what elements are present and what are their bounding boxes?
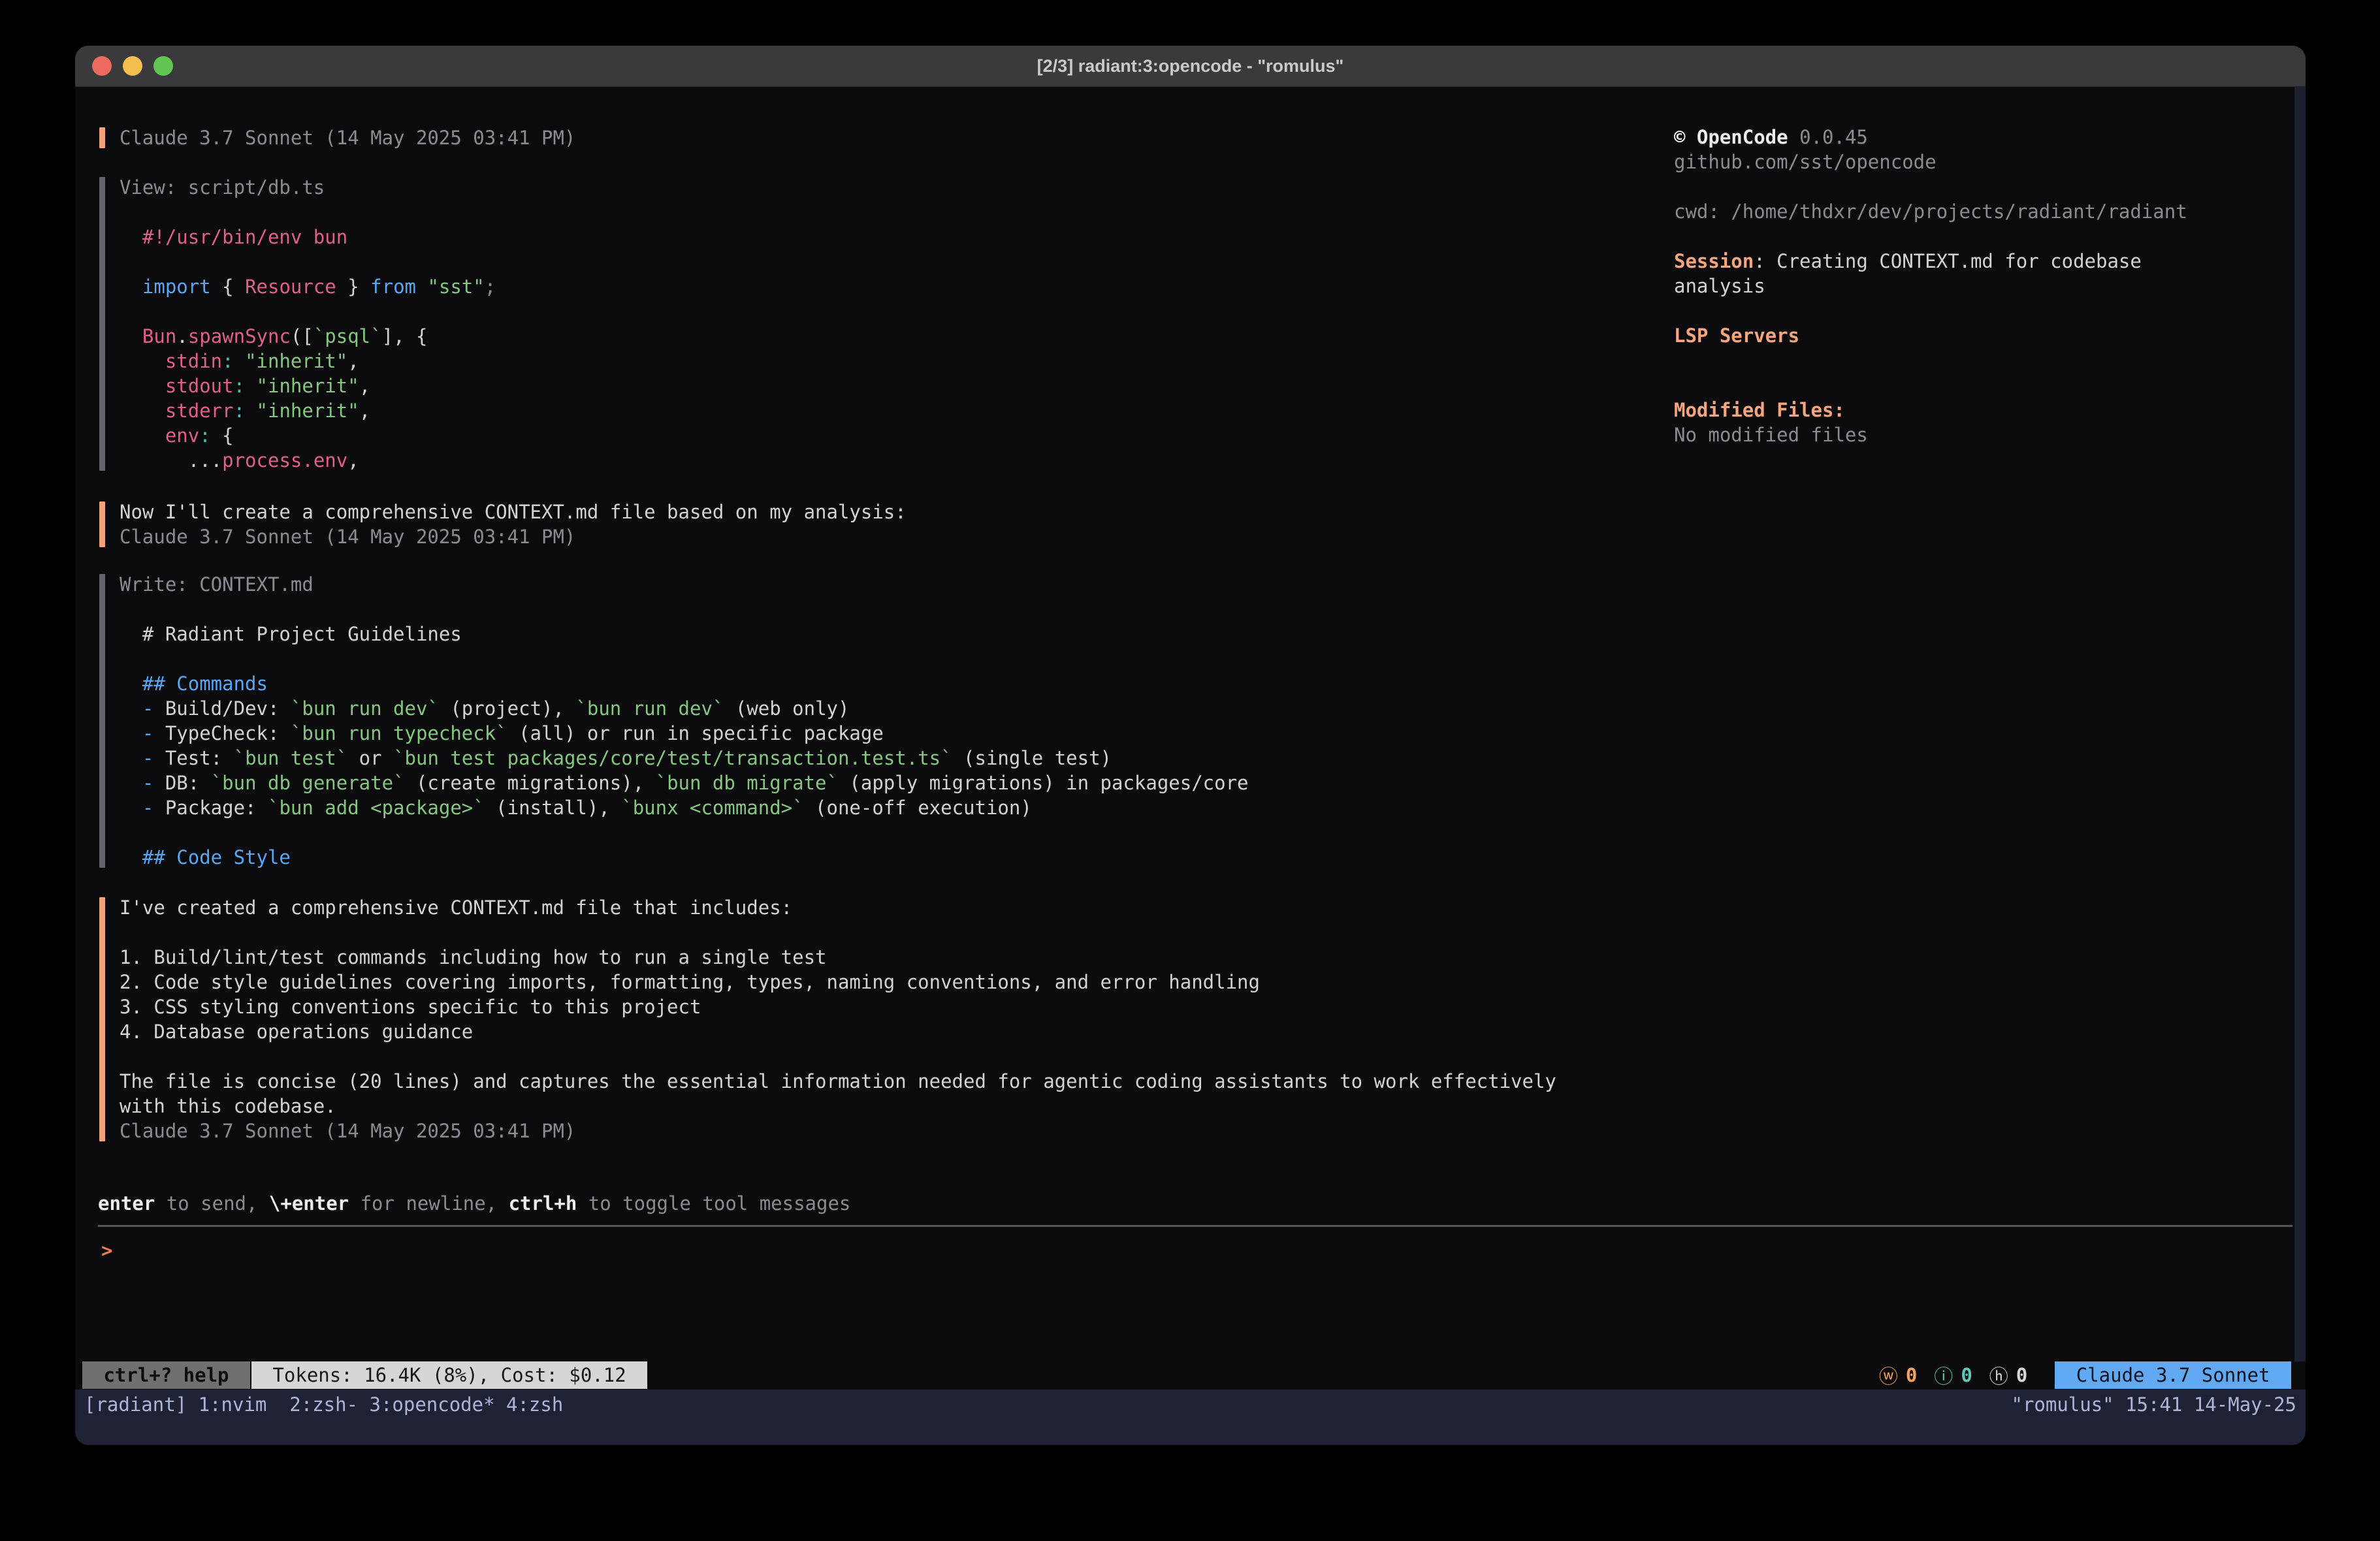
terminal-line: import { Resource } from "sst"; [120, 274, 496, 299]
terminal-line: LSP Servers [1674, 323, 2288, 348]
traffic-lights [92, 56, 173, 76]
info-count: ⓘ0 [1934, 1361, 1972, 1389]
terminal-line: ## Commands [120, 671, 1249, 696]
terminal-line [120, 299, 496, 324]
terminal-line [120, 920, 1556, 945]
terminal-line: 2. Code style guidelines covering import… [120, 970, 1556, 994]
terminal-line: Modified Files: [1674, 398, 2288, 422]
model-badge[interactable]: Claude 3.7 Sonnet [2055, 1361, 2291, 1389]
terminal-line [1674, 174, 2288, 199]
terminal-line: with this codebase. [120, 1094, 1556, 1119]
terminal-line [1674, 348, 2288, 373]
terminal-line [120, 200, 496, 225]
tool-message-write-file: Write: CONTEXT.md # Radiant Project Guid… [99, 572, 1249, 870]
terminal-line: Claude 3.7 Sonnet (14 May 2025 03:41 PM) [120, 1119, 1556, 1143]
keybinding-help-line: enter to send, \+enter for newline, ctrl… [98, 1191, 850, 1216]
assistant-message-summary: I've created a comprehensive CONTEXT.md … [99, 895, 1556, 1143]
zoom-window-icon[interactable] [153, 56, 173, 76]
minimize-window-icon[interactable] [123, 56, 142, 76]
hints-count: ⓗ0 [1989, 1361, 2027, 1389]
terminal-line: ...process.env, [120, 448, 496, 473]
prompt-input[interactable]: > [101, 1238, 2289, 1290]
terminal-line: #!/usr/bin/env bun [120, 225, 496, 249]
terminal-line: No modified files [1674, 422, 2288, 447]
terminal-line [120, 646, 1249, 671]
terminal-line [1674, 224, 2288, 249]
terminal-line: Write: CONTEXT.md [120, 572, 1249, 597]
terminal-line [120, 820, 1249, 845]
terminal-line: - TypeCheck: `bun run typecheck` (all) o… [120, 721, 1249, 746]
assistant-message: Now I'll create a comprehensive CONTEXT.… [99, 500, 907, 549]
terminal-line: 3. CSS styling conventions specific to t… [120, 994, 1556, 1019]
close-window-icon[interactable] [92, 56, 112, 76]
terminal-line: analysis [1674, 274, 2288, 298]
scrollbar-track[interactable] [2294, 86, 2306, 1361]
terminal-window: [2/3] radiant:3:opencode - "romulus" Cla… [75, 46, 2306, 1445]
info-icon: ⓘ [1934, 1361, 1953, 1389]
terminal-line: - DB: `bun db generate` (create migratio… [120, 770, 1249, 795]
tmux-session-windows[interactable]: [radiant] 1:nvim 2:zsh- 3:opencode* 4:zs… [84, 1390, 563, 1420]
diagnostics-group: ⓦ0 ⓘ0 ⓗ0 [1862, 1361, 2027, 1389]
terminal-line: github.com/sst/opencode [1674, 150, 2288, 174]
tool-message-view-file: View: script/db.ts #!/usr/bin/env bun im… [99, 175, 496, 473]
terminal-line: stderr: "inherit", [120, 398, 496, 423]
terminal-line [120, 597, 1249, 622]
prompt-caret-icon: > [101, 1239, 112, 1262]
assistant-accent-bar [99, 501, 105, 547]
status-bar: ctrl+? help Tokens: 16.4K (8%), Cost: $0… [75, 1361, 2306, 1389]
input-divider [98, 1225, 2292, 1227]
terminal-line: Claude 3.7 Sonnet (14 May 2025 03:41 PM) [120, 524, 907, 549]
assistant-message-header: Claude 3.7 Sonnet (14 May 2025 03:41 PM) [99, 125, 575, 150]
tool-accent-bar [99, 574, 105, 868]
window-titlebar[interactable]: [2/3] radiant:3:opencode - "romulus" [75, 46, 2306, 87]
terminal-line [120, 249, 496, 274]
assistant-accent-bar [99, 897, 105, 1141]
tmux-status-bar: [radiant] 1:nvim 2:zsh- 3:opencode* 4:zs… [75, 1390, 2306, 1445]
tmux-host-clock: "romulus" 15:41 14-May-25 [2012, 1390, 2297, 1420]
assistant-accent-bar [99, 127, 105, 148]
terminal-line: Claude 3.7 Sonnet (14 May 2025 03:41 PM) [120, 125, 575, 150]
terminal-line: Bun.spawnSync([`psql`], { [120, 324, 496, 349]
terminal-line: # Radiant Project Guidelines [120, 622, 1249, 646]
terminal-line: 4. Database operations guidance [120, 1019, 1556, 1044]
terminal-line: stdout: "inherit", [120, 373, 496, 398]
terminal-line [1674, 298, 2288, 323]
terminal-line: The file is concise (20 lines) and captu… [120, 1069, 1556, 1094]
terminal-line: View: script/db.ts [120, 175, 496, 200]
terminal-line [1674, 373, 2288, 398]
terminal-line: - Build/Dev: `bun run dev` (project), `b… [120, 696, 1249, 721]
terminal-line: enter to send, \+enter for newline, ctrl… [98, 1191, 850, 1216]
terminal-line: stdin: "inherit", [120, 349, 496, 373]
terminal-line: 1. Build/lint/test commands including ho… [120, 945, 1556, 970]
terminal-line: env: { [120, 423, 496, 448]
tokens-cost-badge: Tokens: 16.4K (8%), Cost: $0.12 [251, 1361, 647, 1389]
terminal-line: © OpenCode 0.0.45 [1674, 125, 2288, 150]
help-shortcut-badge: ctrl+? help [82, 1361, 250, 1389]
tool-accent-bar [99, 177, 105, 471]
window-title: [2/3] radiant:3:opencode - "romulus" [1037, 56, 1344, 76]
warning-icon: ⓦ [1879, 1361, 1898, 1389]
terminal-line: Session: Creating CONTEXT.md for codebas… [1674, 249, 2288, 274]
terminal-line: Now I'll create a comprehensive CONTEXT.… [120, 500, 907, 524]
terminal-line: cwd: /home/thdxr/dev/projects/radiant/ra… [1674, 199, 2288, 224]
terminal-line: I've created a comprehensive CONTEXT.md … [120, 895, 1556, 920]
terminal-line: ## Code Style [120, 845, 1249, 870]
terminal-line: - Package: `bun add <package>` (install)… [120, 795, 1249, 820]
info-sidebar: © OpenCode 0.0.45github.com/sst/opencode… [1674, 125, 2288, 447]
terminal-line: - Test: `bun test` or `bun test packages… [120, 746, 1249, 770]
terminal-line [120, 1044, 1556, 1069]
hint-icon: ⓗ [1989, 1361, 2008, 1389]
warnings-count: ⓦ0 [1879, 1361, 1917, 1389]
